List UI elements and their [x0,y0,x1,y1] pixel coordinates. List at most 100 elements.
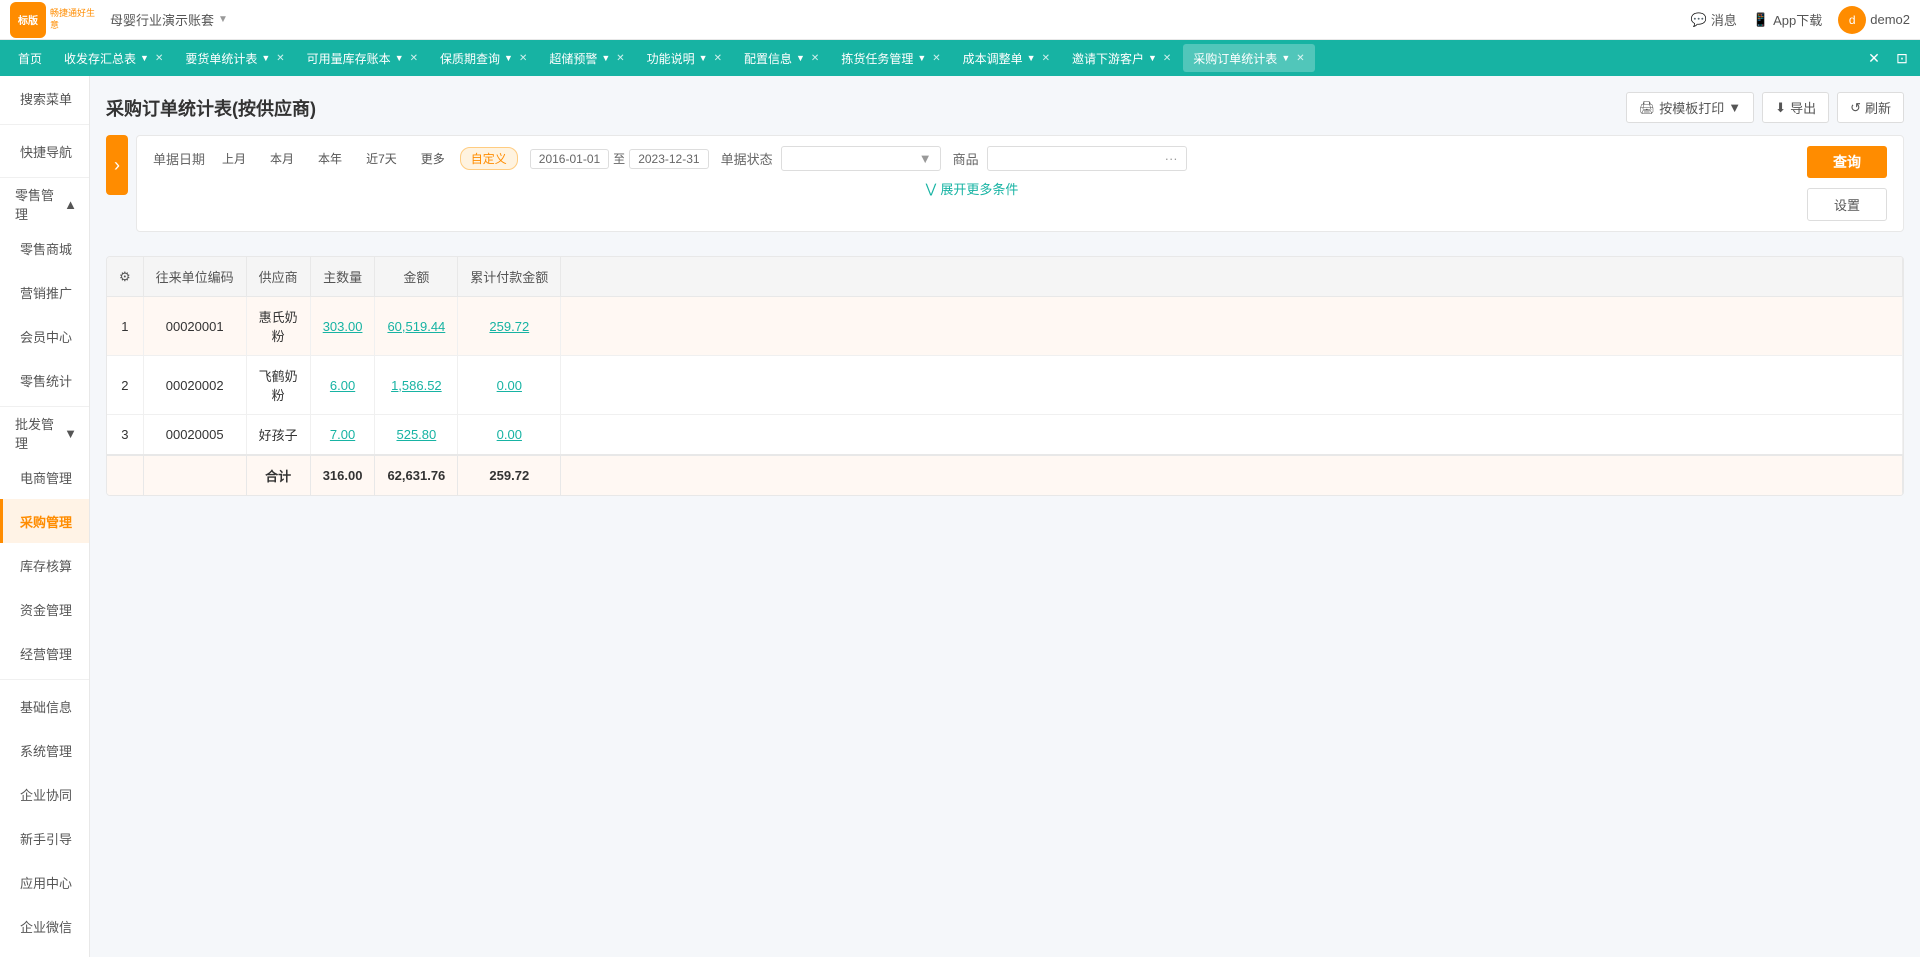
tab-close-icon[interactable]: ✕ [1163,53,1171,64]
row-amount[interactable]: 1,586.52 [375,356,458,415]
tab-close-icon[interactable]: ✕ [1042,53,1050,64]
shortcut-this-month[interactable]: 本月 [261,147,303,170]
row-quantity[interactable]: 7.00 [310,415,375,456]
settings-button[interactable]: 设置 [1807,188,1887,221]
sidebar-item-wholesale[interactable]: 批发管理 ▼ [0,411,89,455]
date-shortcuts: 上月 本月 本年 近7天 更多 自定义 [213,147,518,170]
refresh-button[interactable]: ↺ 刷新 [1837,92,1904,123]
row-code: 00020001 [143,297,246,356]
close-all-tabs-button[interactable]: ✕ [1864,48,1884,68]
tab-overstock-warning[interactable]: 超储预警 ▼ ✕ [539,44,634,72]
tab-config-info[interactable]: 配置信息 ▼ ✕ [734,44,829,72]
maximize-button[interactable]: ⊡ [1892,48,1912,68]
template-print-button[interactable]: 🖨 按模板打印 ▼ [1626,92,1754,123]
goods-label: 商品 [953,149,979,168]
sidebar-item-purchase[interactable]: 采购管理 [0,499,89,543]
export-button[interactable]: ⬇ 导出 [1762,92,1829,123]
sidebar-item-new-guide[interactable]: 新手引导 [0,816,89,860]
tab-close-icon[interactable]: ✕ [616,53,624,64]
sidebar-item-retail-stats[interactable]: 零售统计 [0,358,89,402]
tab-arrow-icon: ▼ [796,53,805,63]
row-paid[interactable]: 0.00 [458,356,561,415]
tab-order-summary[interactable]: 要货单统计表 ▼ ✕ [175,44,294,72]
row-quantity[interactable]: 303.00 [310,297,375,356]
tab-close-icon[interactable]: ✕ [1296,53,1304,64]
sidebar-item-search[interactable]: 搜索菜单 [0,76,89,120]
sidebar-item-label: 应用中心 [20,873,72,892]
col-supplier: 供应商 [246,257,310,297]
message-button[interactable]: 💬 消息 [1691,10,1737,29]
tab-close-icon[interactable]: ✕ [155,53,163,64]
status-label: 单据状态 [721,149,773,168]
sidebar-item-app-center[interactable]: 应用中心 [0,860,89,904]
tab-available-stock[interactable]: 可用量库存账本 ▼ ✕ [297,44,428,72]
sidebar-item-retail[interactable]: 零售管理 ▲ [0,182,89,226]
tab-expiry-query[interactable]: 保质期查询 ▼ ✕ [430,44,537,72]
filter-right: 查询 设置 [1807,146,1887,221]
shortcut-this-year[interactable]: 本年 [309,147,351,170]
avatar-initials: d [1849,13,1856,27]
dropdown-arrow-icon: ▼ [1728,100,1741,115]
tab-label: 邀请下游客户 [1072,50,1144,67]
tab-arrow-icon: ▼ [1027,53,1036,63]
sidebar-item-member[interactable]: 会员中心 [0,314,89,358]
sidebar-item-marketing[interactable]: 营销推广 [0,270,89,314]
status-select[interactable]: ▼ [781,146,941,171]
collapse-panel-button[interactable]: › [106,135,128,195]
tab-label: 成本调整单 [963,50,1023,67]
row-code: 00020005 [143,415,246,456]
footer-no [107,455,143,495]
sidebar-item-vip[interactable]: 畅会员 [0,948,89,957]
tab-purchase-summary[interactable]: 采购订单统计表 ▼ ✕ [1183,44,1314,72]
sidebar-item-quick-nav[interactable]: 快捷导航 [0,129,89,173]
goods-input[interactable]: ··· [987,146,1187,171]
table-row: 1 00020001 惠氏奶粉 303.00 60,519.44 259.72 [107,297,1903,356]
template-print-label: 按模板打印 [1659,98,1724,117]
sidebar-item-finance[interactable]: 资金管理 [0,587,89,631]
tab-close-icon[interactable]: ✕ [714,53,722,64]
sidebar-item-inventory[interactable]: 库存核算 [0,543,89,587]
filter-main: 单据日期 上月 本月 本年 近7天 更多 自定义 [153,146,1791,198]
tab-arrow-icon: ▼ [504,53,513,63]
tab-close-icon[interactable]: ✕ [932,53,940,64]
row-paid[interactable]: 0.00 [458,415,561,456]
tab-receive-summary[interactable]: 收发存汇总表 ▼ ✕ [54,44,173,72]
sidebar-item-ecommerce[interactable]: 电商管理 [0,455,89,499]
query-button[interactable]: 查询 [1807,146,1887,178]
tab-home[interactable]: 首页 [8,44,52,72]
tab-close-icon[interactable]: ✕ [519,53,527,64]
user-profile[interactable]: d demo2 [1838,6,1910,34]
sidebar-item-enterprise-wechat[interactable]: 企业微信 [0,904,89,948]
shortcut-7days[interactable]: 近7天 [357,147,406,170]
shortcut-custom[interactable]: 自定义 [460,147,518,170]
tab-close-icon[interactable]: ✕ [811,53,819,64]
expand-more-button[interactable]: ⋁ 展开更多条件 [153,179,1791,198]
shortcut-last-month[interactable]: 上月 [213,147,255,170]
refresh-label: 刷新 [1865,98,1891,117]
sidebar-item-operations[interactable]: 经营管理 [0,631,89,675]
tab-pick-task[interactable]: 拣货任务管理 ▼ ✕ [831,44,950,72]
row-supplier: 惠氏奶粉 [246,297,310,356]
table-settings-column[interactable]: ⚙ [107,257,143,297]
footer-paid: 259.72 [458,455,561,495]
app-download-button[interactable]: 📱 App下载 [1753,10,1822,29]
row-quantity[interactable]: 6.00 [310,356,375,415]
tab-function-desc[interactable]: 功能说明 ▼ ✕ [637,44,732,72]
tab-close-icon[interactable]: ✕ [410,53,418,64]
shortcut-more[interactable]: 更多 [412,147,454,170]
sidebar-item-basic-info[interactable]: 基础信息 [0,684,89,728]
col-paid: 累计付款金额 [458,257,561,297]
sidebar-item-retail-mall[interactable]: 零售商城 [0,226,89,270]
sidebar-item-label: 零售商城 [20,239,72,258]
sidebar-item-enterprise[interactable]: 企业协同 [0,772,89,816]
row-amount[interactable]: 60,519.44 [375,297,458,356]
row-amount[interactable]: 525.80 [375,415,458,456]
tab-arrow-icon: ▼ [395,53,404,63]
tab-cost-adjust[interactable]: 成本调整单 ▼ ✕ [953,44,1060,72]
sidebar-item-system[interactable]: 系统管理 [0,728,89,772]
row-paid[interactable]: 259.72 [458,297,561,356]
workspace-selector[interactable]: 母婴行业演示账套 ▼ [110,10,232,29]
tab-invite-downstream[interactable]: 邀请下游客户 ▼ ✕ [1062,44,1181,72]
tab-close-icon[interactable]: ✕ [276,53,284,64]
tab-arrow-icon: ▼ [261,53,270,63]
